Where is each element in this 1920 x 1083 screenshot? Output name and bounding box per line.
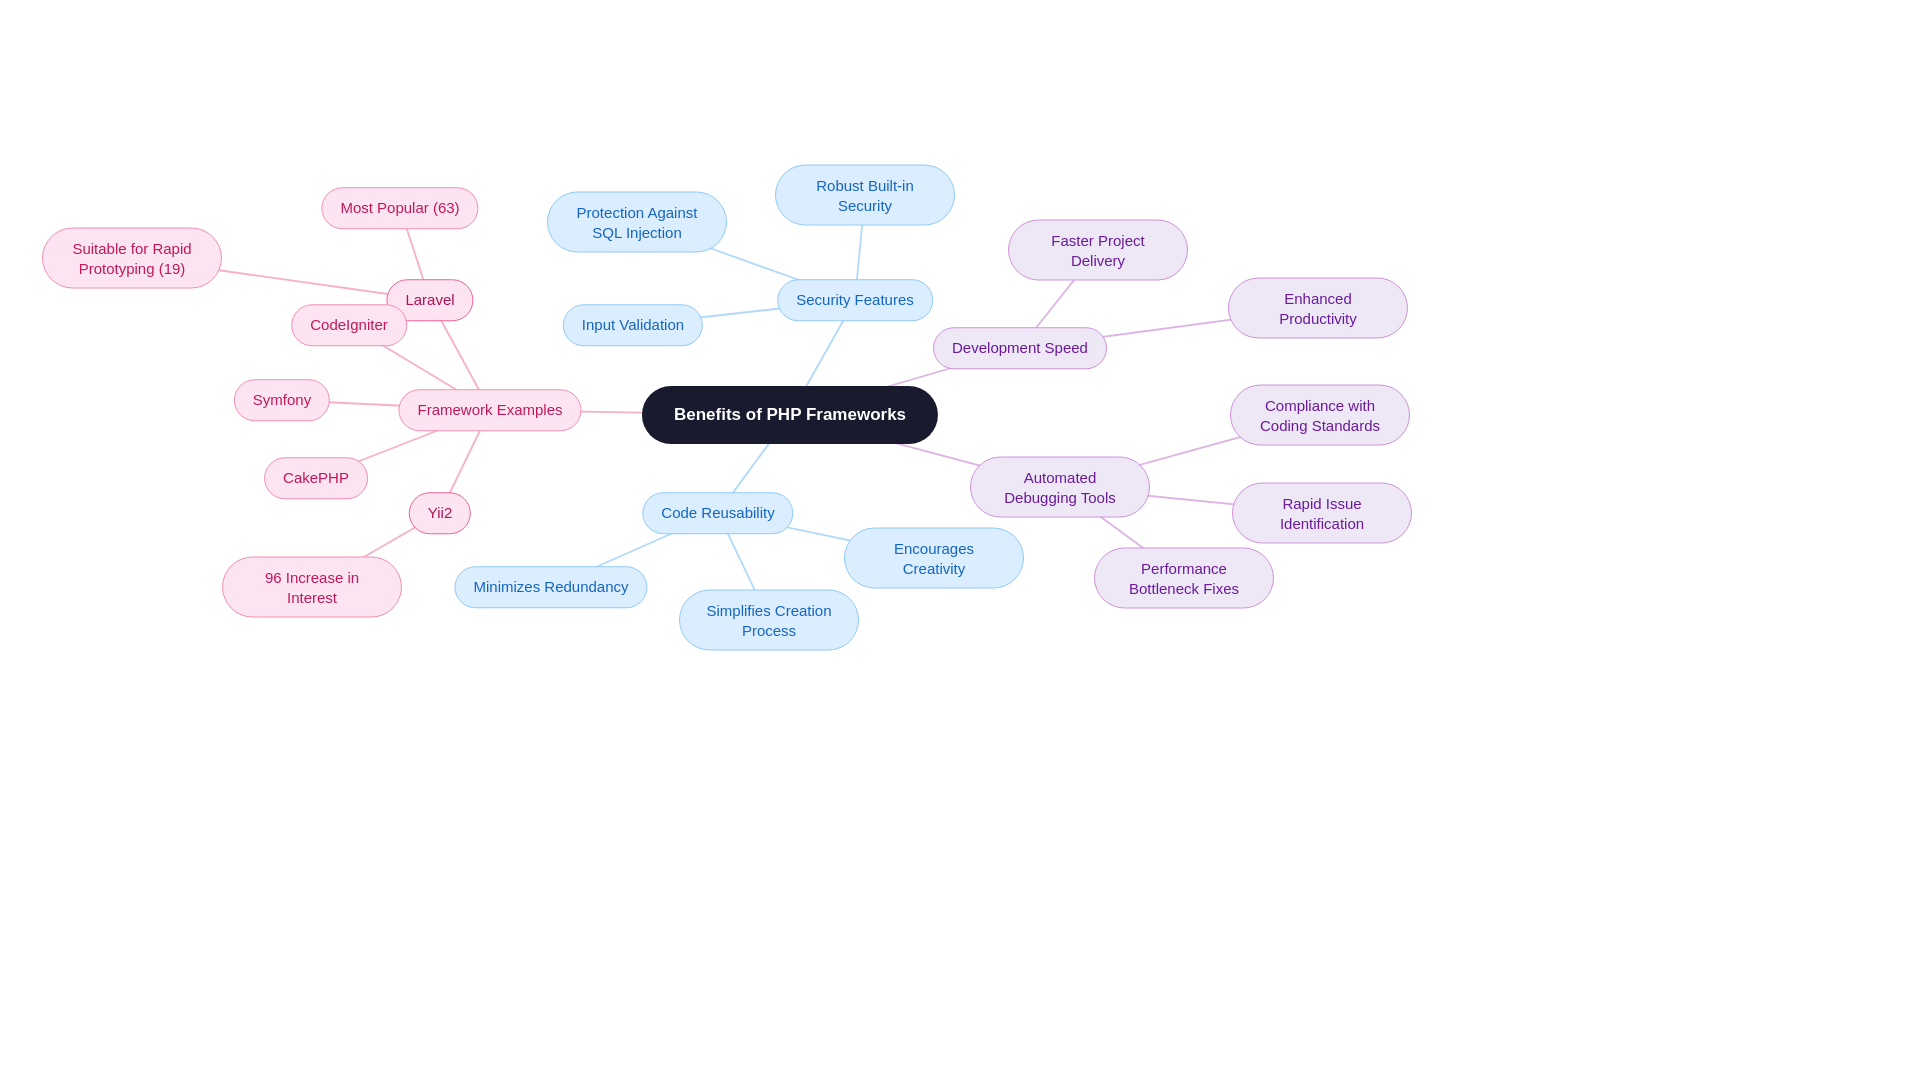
node-increase-interest: 96 Increase in Interest — [222, 557, 402, 618]
node-cakephp: CakePHP — [264, 457, 368, 499]
node-protection-sql: Protection Against SQL Injection — [547, 192, 727, 253]
node-suitable-rapid: Suitable for Rapid Prototyping (19) — [42, 228, 222, 289]
node-simplifies-creation: Simplifies Creation Process — [679, 590, 859, 651]
node-faster-project: Faster Project Delivery — [1008, 220, 1188, 281]
center-node: Benefits of PHP Frameworks — [642, 386, 938, 444]
node-development-speed: Development Speed — [933, 327, 1107, 369]
node-enhanced-productivity: Enhanced Productivity — [1228, 278, 1408, 339]
node-automated-debugging: Automated Debugging Tools — [970, 457, 1150, 518]
mind-map: Benefits of PHP Frameworks Framework Exam… — [0, 0, 1920, 1083]
node-compliance-coding: Compliance with Coding Standards — [1230, 385, 1410, 446]
node-encourages-creativity: Encourages Creativity — [844, 528, 1024, 589]
node-codeigniter: CodeIgniter — [291, 304, 407, 346]
node-yii2: Yii2 — [409, 492, 471, 534]
node-symfony: Symfony — [234, 379, 330, 421]
node-minimizes-redundancy: Minimizes Redundancy — [454, 566, 647, 608]
node-framework-examples: Framework Examples — [398, 389, 581, 431]
node-code-reusability: Code Reusability — [642, 492, 793, 534]
node-rapid-issue: Rapid Issue Identification — [1232, 483, 1412, 544]
node-robust-security: Robust Built-in Security — [775, 165, 955, 226]
node-security-features: Security Features — [777, 279, 933, 321]
node-performance-bottleneck: Performance Bottleneck Fixes — [1094, 548, 1274, 609]
node-most-popular: Most Popular (63) — [321, 187, 478, 229]
node-input-validation: Input Validation — [563, 304, 703, 346]
